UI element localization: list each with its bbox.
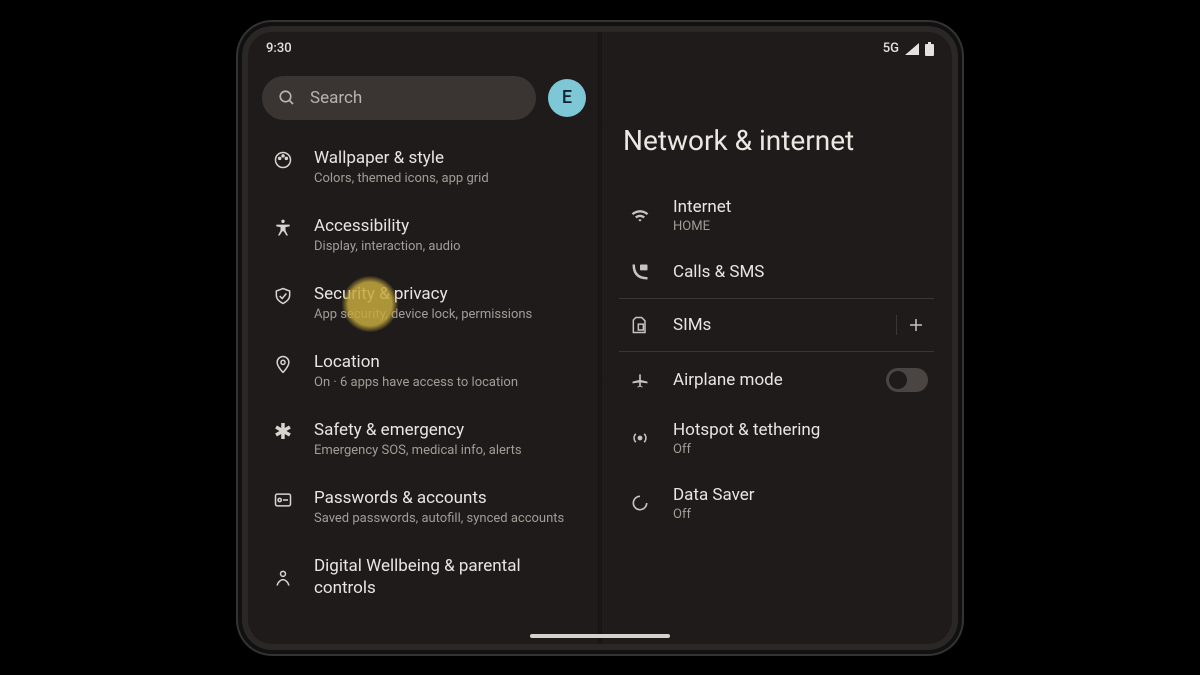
location-icon bbox=[273, 354, 293, 374]
detail-pane: Network & internet Internet HOME Calls &… bbox=[600, 66, 952, 644]
sidebar-item-title: Digital Wellbeing & parental controls bbox=[314, 556, 580, 599]
sidebar-item-title: Safety & emergency bbox=[314, 420, 580, 441]
add-sim-button[interactable] bbox=[896, 315, 934, 335]
palette-icon bbox=[273, 150, 293, 170]
search-icon bbox=[278, 89, 296, 107]
signal-icon bbox=[905, 43, 919, 55]
detail-item-title: Internet bbox=[673, 197, 928, 217]
status-bar: 9:30 5G bbox=[248, 32, 952, 66]
search-placeholder: Search bbox=[310, 88, 362, 108]
sidebar-item-wallpaper[interactable]: Wallpaper & style Colors, themed icons, … bbox=[262, 134, 586, 202]
detail-item-subtitle: Off bbox=[673, 442, 928, 457]
sidebar-item-title: Accessibility bbox=[314, 216, 580, 237]
phone-sms-icon bbox=[630, 262, 650, 282]
sidebar-item-wellbeing[interactable]: Digital Wellbeing & parental controls bbox=[262, 542, 586, 613]
sidebar-item-subtitle: Colors, themed icons, app grid bbox=[314, 171, 580, 188]
search-input[interactable]: Search bbox=[262, 76, 536, 120]
detail-heading: Network & internet bbox=[623, 124, 934, 157]
sidebar-item-subtitle: Emergency SOS, medical info, alerts bbox=[314, 443, 580, 460]
avatar-initial: E bbox=[562, 87, 572, 108]
sidebar-item-title: Security & privacy bbox=[314, 284, 580, 305]
device-frame: 9:30 5G Search E Wallpaper & style bbox=[248, 32, 952, 644]
detail-item-subtitle: HOME bbox=[673, 219, 928, 234]
sidebar-item-subtitle: On · 6 apps have access to location bbox=[314, 375, 580, 392]
sidebar-item-title: Wallpaper & style bbox=[314, 148, 580, 169]
shield-icon bbox=[273, 286, 293, 306]
gesture-nav-bar[interactable] bbox=[530, 634, 670, 638]
detail-item-datasaver[interactable]: Data Saver Off bbox=[619, 471, 934, 536]
sidebar-item-title: Passwords & accounts bbox=[314, 488, 580, 509]
sidebar-item-safety[interactable]: ✱ Safety & emergency Emergency SOS, medi… bbox=[262, 406, 586, 474]
plus-icon bbox=[907, 316, 925, 334]
detail-item-sims[interactable]: SIMs bbox=[619, 301, 934, 349]
status-time: 9:30 bbox=[266, 41, 292, 56]
detail-item-airplane[interactable]: Airplane mode bbox=[619, 354, 934, 406]
settings-list-pane: Search E Wallpaper & style Colors, theme… bbox=[248, 66, 600, 644]
detail-item-calls[interactable]: Calls & SMS bbox=[619, 248, 934, 296]
airplane-icon bbox=[630, 370, 650, 390]
detail-item-title: Calls & SMS bbox=[673, 262, 928, 282]
sidebar-item-location[interactable]: Location On · 6 apps have access to loca… bbox=[262, 338, 586, 406]
detail-item-hotspot[interactable]: Hotspot & tethering Off bbox=[619, 406, 934, 471]
wifi-icon bbox=[630, 205, 650, 225]
sidebar-item-title: Location bbox=[314, 352, 580, 373]
sidebar-item-subtitle: Saved passwords, autofill, synced accoun… bbox=[314, 511, 580, 528]
sim-icon bbox=[630, 315, 650, 335]
sidebar-item-subtitle: App security, device lock, permissions bbox=[314, 307, 580, 324]
sidebar-item-accessibility[interactable]: Accessibility Display, interaction, audi… bbox=[262, 202, 586, 270]
data-saver-icon bbox=[630, 493, 650, 513]
detail-item-title: Airplane mode bbox=[673, 370, 866, 390]
detail-item-title: SIMs bbox=[673, 315, 876, 335]
sidebar-item-security[interactable]: Security & privacy App security, device … bbox=[262, 270, 586, 338]
detail-item-title: Hotspot & tethering bbox=[673, 420, 928, 440]
hotspot-icon bbox=[630, 428, 650, 448]
sidebar-item-subtitle: Display, interaction, audio bbox=[314, 239, 580, 256]
detail-item-subtitle: Off bbox=[673, 507, 928, 522]
battery-icon bbox=[925, 42, 934, 56]
accessibility-icon bbox=[273, 218, 293, 238]
sidebar-item-passwords[interactable]: Passwords & accounts Saved passwords, au… bbox=[262, 474, 586, 542]
detail-item-title: Data Saver bbox=[673, 485, 928, 505]
divider bbox=[619, 298, 934, 299]
status-network-label: 5G bbox=[883, 41, 899, 56]
airplane-toggle[interactable] bbox=[886, 368, 928, 392]
divider bbox=[619, 351, 934, 352]
wellbeing-icon bbox=[273, 568, 293, 588]
detail-item-internet[interactable]: Internet HOME bbox=[619, 183, 934, 248]
account-avatar[interactable]: E bbox=[548, 79, 586, 117]
key-icon bbox=[273, 490, 293, 510]
